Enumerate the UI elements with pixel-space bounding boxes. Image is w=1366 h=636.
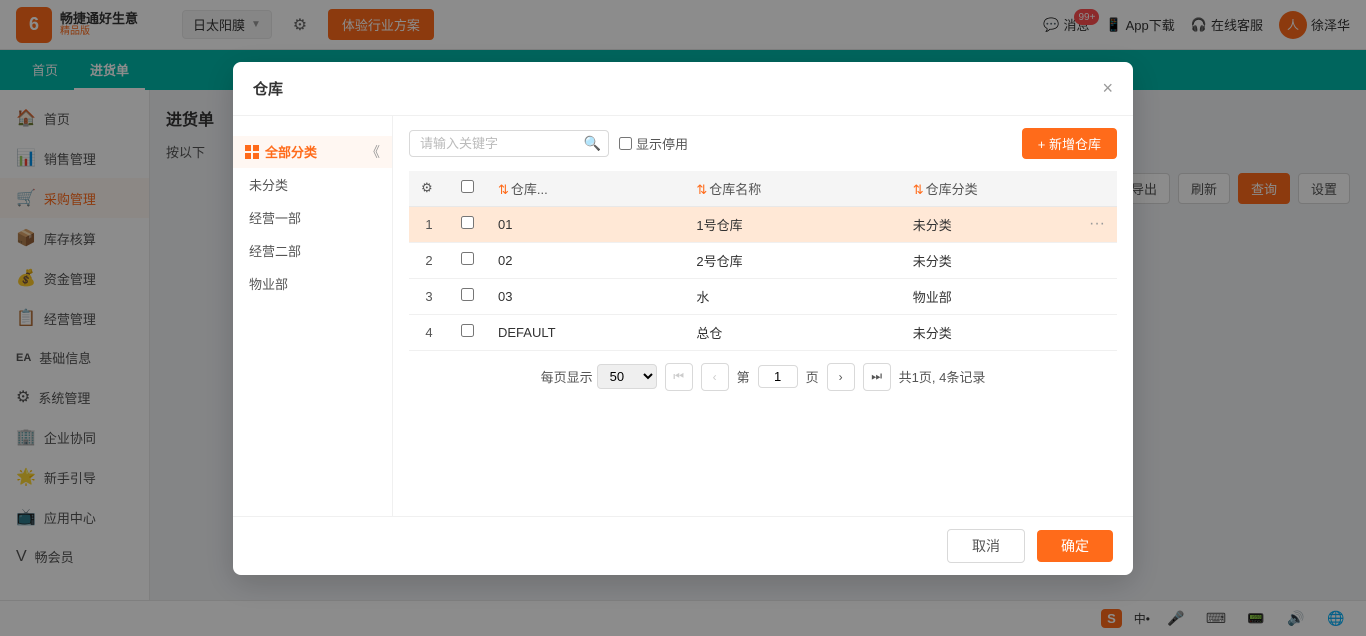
modal-footer: 取消 确定 [233,516,1133,575]
pagination-bar: 每页显示 50 20 100 ⏮ ‹ 第 页 › ⏭ 共1页, 4条记录 [409,351,1117,395]
row-no-3: 03 [486,278,684,314]
row-category-4: 未分类 [901,314,1117,350]
sort-icon: ⇅ [498,182,509,197]
row-select-checkbox-2[interactable] [461,252,474,265]
row-actions-2: 2 [409,242,449,278]
category-item-property[interactable]: 物业部 [233,267,392,300]
row-number: 3 [425,289,432,304]
sort-icon-cat: ⇅ [913,182,924,197]
collapse-button[interactable]: 《 [366,142,380,162]
modal-toolbar: 🔍 显示停用 + 新增仓库 [409,128,1117,159]
show-disabled-label[interactable]: 显示停用 [619,134,688,153]
modal-body: 全部分类 《 未分类 经营一部 经营二部 物业部 🔍 [233,116,1133,516]
row-number: 4 [425,325,432,340]
no-column-header[interactable]: ⇅仓库... [486,171,684,207]
row-actions-1: 1 [409,206,449,242]
search-input[interactable] [409,130,609,157]
row-checkbox-2[interactable] [449,242,486,278]
row-more-btn-1[interactable]: ··· [1089,215,1105,233]
row-no-2: 02 [486,242,684,278]
last-page-button[interactable]: ⏭ [863,363,891,391]
modal-overlay: 仓库 × 全部分类 《 未分类 经营一部 经营二部 物业部 [0,0,1366,636]
page-label: 第 [737,367,750,386]
search-area: 🔍 显示停用 [409,130,688,157]
next-page-button[interactable]: › [827,363,855,391]
table-body: 1 01 1号仓库 未分类 ··· [409,206,1117,350]
grid-icon [245,145,259,159]
row-name-4: 总仓 [684,314,900,350]
table-row[interactable]: 3 03 水 物业部 [409,278,1117,314]
category-item-unclassified[interactable]: 未分类 [233,168,392,201]
row-select-checkbox-4[interactable] [461,324,474,337]
row-number: 1 [425,217,432,232]
row-select-checkbox-3[interactable] [461,288,474,301]
table-row[interactable]: 4 DEFAULT 总仓 未分类 [409,314,1117,350]
prev-page-button[interactable]: ‹ [701,363,729,391]
modal-main-content: 🔍 显示停用 + 新增仓库 ⚙ [393,116,1133,516]
per-page-label: 每页显示 [541,367,593,386]
new-warehouse-button[interactable]: + 新增仓库 [1022,128,1117,159]
row-no-4: DEFAULT [486,314,684,350]
total-label: 共1页, 4条记录 [899,367,986,386]
cancel-button[interactable]: 取消 [947,529,1025,563]
table-row[interactable]: 1 01 1号仓库 未分类 ··· [409,206,1117,242]
modal-close-button[interactable]: × [1102,79,1113,97]
modal-title: 仓库 [253,78,283,99]
page-suffix: 页 [806,367,819,386]
row-name-2: 2号仓库 [684,242,900,278]
row-checkbox-3[interactable] [449,278,486,314]
category-sidebar: 全部分类 《 未分类 经营一部 经营二部 物业部 [233,116,393,516]
category-all-label: 全部分类 [265,142,317,161]
first-page-button[interactable]: ⏮ [665,363,693,391]
row-actions-4: 4 [409,314,449,350]
confirm-button[interactable]: 确定 [1037,530,1113,562]
category-header [233,128,392,136]
per-page-selector: 每页显示 50 20 100 [541,364,657,389]
row-select-checkbox-1[interactable] [461,216,474,229]
row-actions-3: 3 [409,278,449,314]
warehouse-table: ⚙ ⇅仓库... ⇅仓库名称 ⇅仓库分类 [409,171,1117,351]
row-checkbox-4[interactable] [449,314,486,350]
per-page-select[interactable]: 50 20 100 [597,364,657,389]
checkbox-column-header [449,171,486,207]
row-name-3: 水 [684,278,900,314]
select-all-checkbox[interactable] [461,180,474,193]
warehouse-modal: 仓库 × 全部分类 《 未分类 经营一部 经营二部 物业部 [233,62,1133,575]
row-checkbox-1[interactable] [449,206,486,242]
row-number: 2 [425,253,432,268]
table-header-row: ⚙ ⇅仓库... ⇅仓库名称 ⇅仓库分类 [409,171,1117,207]
settings-column-header[interactable]: ⚙ [409,171,449,207]
show-disabled-text: 显示停用 [636,134,688,153]
row-category-2: 未分类 [901,242,1117,278]
row-category-1: 未分类 ··· [901,206,1117,242]
name-column-header[interactable]: ⇅仓库名称 [684,171,900,207]
row-category-3: 物业部 [901,278,1117,314]
row-name-1: 1号仓库 [684,206,900,242]
category-item-ops2[interactable]: 经营二部 [233,234,392,267]
table-row[interactable]: 2 02 2号仓库 未分类 [409,242,1117,278]
category-column-header[interactable]: ⇅仓库分类 [901,171,1117,207]
page-input[interactable] [758,365,798,388]
modal-header: 仓库 × [233,62,1133,116]
show-disabled-checkbox[interactable] [619,137,632,150]
sort-icon-name: ⇅ [696,182,707,197]
category-item-ops1[interactable]: 经营一部 [233,201,392,234]
table-head: ⚙ ⇅仓库... ⇅仓库名称 ⇅仓库分类 [409,171,1117,207]
search-wrapper: 🔍 [409,130,609,157]
category-all[interactable]: 全部分类 《 [233,136,392,168]
row-no-1: 01 [486,206,684,242]
